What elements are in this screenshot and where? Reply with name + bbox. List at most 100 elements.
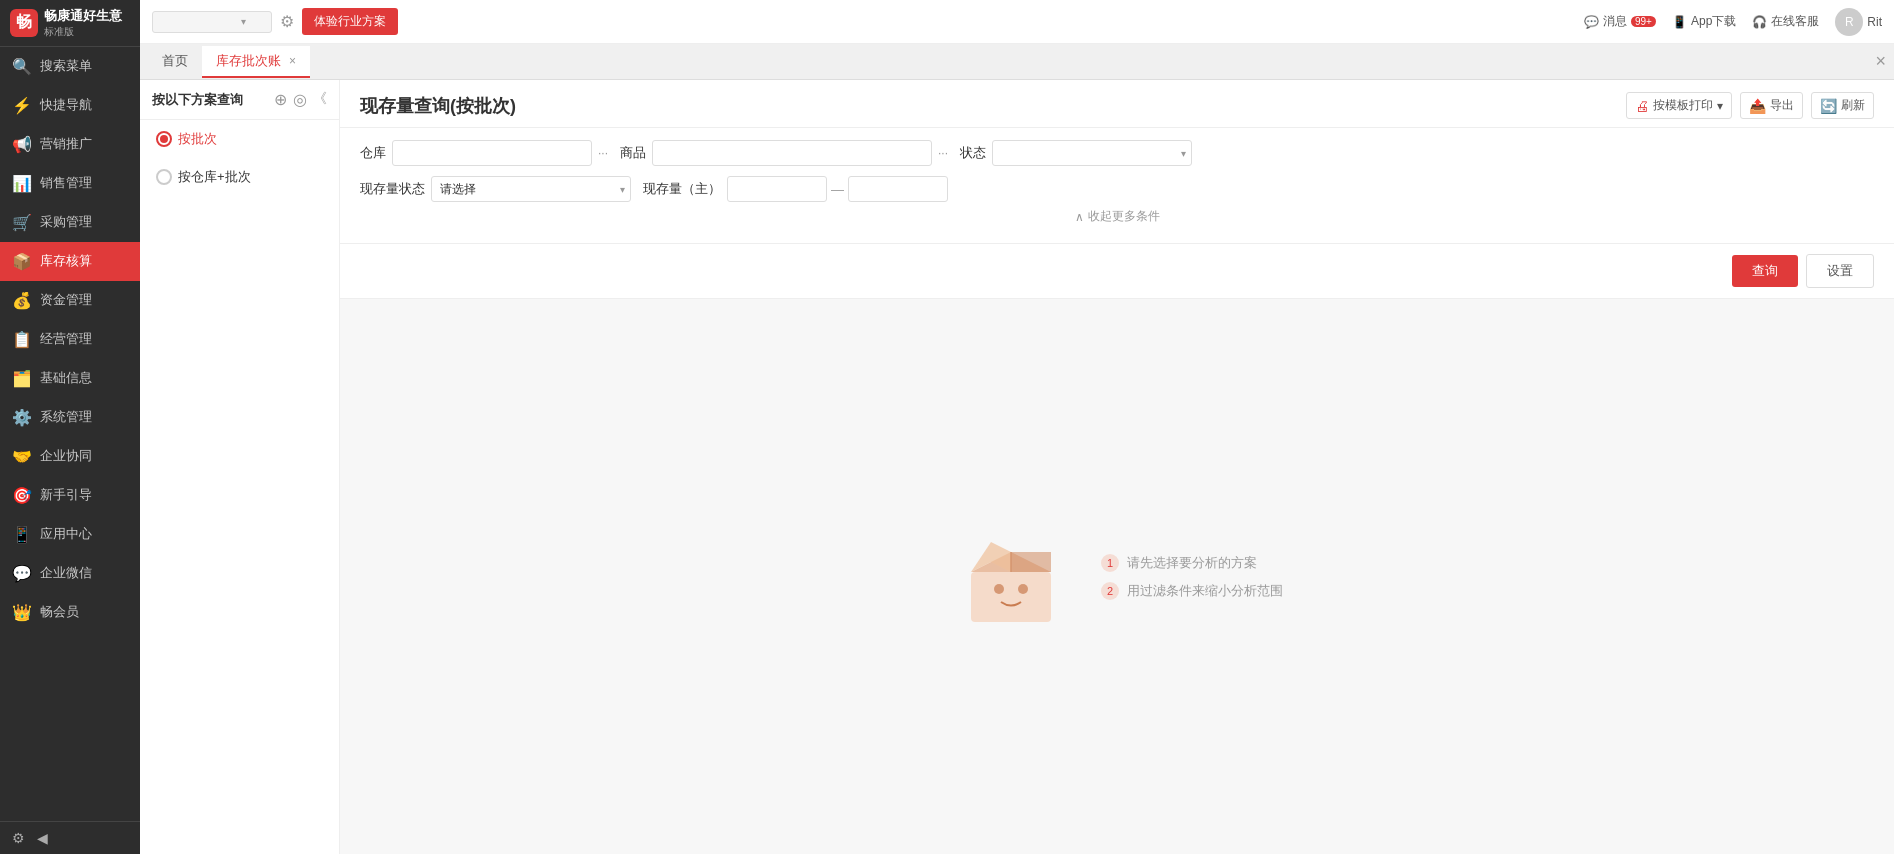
sidebar-item-label: 应用中心 bbox=[40, 525, 92, 543]
warehouse-input[interactable] bbox=[392, 140, 592, 166]
sidebar-item-quick-nav[interactable]: ⚡ 快捷导航 bbox=[0, 86, 140, 125]
collapse-sidebar-icon[interactable]: ◀ bbox=[37, 830, 48, 846]
page-body: 按以下方案查询 ⊕ ◎ 《 按批次 按仓库+批次 bbox=[140, 80, 1894, 854]
sidebar-item-wechat[interactable]: 💬 企业微信 bbox=[0, 554, 140, 593]
sidebar-item-label: 基础信息 bbox=[40, 369, 92, 387]
sidebar-item-operations[interactable]: 📋 经营管理 bbox=[0, 320, 140, 359]
scheme-dot-empty bbox=[156, 169, 172, 185]
topbar-search-wrap: ▾ bbox=[152, 11, 272, 33]
sidebar-item-label: 采购管理 bbox=[40, 213, 92, 231]
add-scheme-icon[interactable]: ⊕ bbox=[274, 90, 287, 109]
experience-button[interactable]: 体验行业方案 bbox=[302, 8, 398, 35]
scheme-item-by-warehouse-batch[interactable]: 按仓库+批次 bbox=[140, 158, 339, 196]
sidebar-item-label: 企业协同 bbox=[40, 447, 92, 465]
brand-name: 畅康通好生意 bbox=[44, 8, 122, 25]
online-service-icon: 🎧 bbox=[1752, 15, 1767, 29]
sidebar-item-inventory[interactable]: 📦 库存核算 bbox=[0, 242, 140, 281]
collapse-left-icon[interactable]: 《 bbox=[313, 90, 327, 109]
tabs-close-all-icon[interactable]: × bbox=[1875, 51, 1886, 72]
content-area: 首页 库存批次账 × × 按以下方案查询 ⊕ ◎ 《 bbox=[140, 44, 1894, 854]
left-panel-header: 按以下方案查询 ⊕ ◎ 《 bbox=[140, 80, 339, 120]
system-icon: ⚙️ bbox=[12, 408, 32, 427]
export-icon: 📤 bbox=[1749, 98, 1766, 114]
print-label: 按模板打印 bbox=[1653, 97, 1713, 114]
page-header-actions: 🖨 按模板打印 ▾ 📤 导出 🔄 刷新 bbox=[1626, 92, 1874, 119]
stock-qty-min-input[interactable] bbox=[727, 176, 827, 202]
settings-button[interactable]: 设置 bbox=[1806, 254, 1874, 288]
export-button[interactable]: 📤 导出 bbox=[1740, 92, 1803, 119]
online-service-label: 在线客服 bbox=[1771, 13, 1819, 30]
sidebar-item-system[interactable]: ⚙️ 系统管理 bbox=[0, 398, 140, 437]
filter-product: 商品 ··· bbox=[620, 140, 948, 166]
stock-qty-max-input[interactable] bbox=[848, 176, 948, 202]
topbar-search-input[interactable] bbox=[161, 15, 241, 29]
member-icon: 👑 bbox=[12, 603, 32, 622]
page-title: 现存量查询(按批次) bbox=[360, 94, 516, 118]
product-input[interactable] bbox=[652, 140, 932, 166]
refresh-button[interactable]: 🔄 刷新 bbox=[1811, 92, 1874, 119]
scheme-dot-inner bbox=[160, 135, 168, 143]
finance-icon: 💰 bbox=[12, 291, 32, 310]
user-group[interactable]: R Rit bbox=[1835, 8, 1882, 36]
tab-close-icon[interactable]: × bbox=[289, 54, 296, 68]
sidebar: 畅 畅康通好生意 标准版 🔍 搜索菜单 ⚡ 快捷导航 📢 营销推广 📊 销售管理… bbox=[0, 0, 140, 854]
stock-status-select[interactable]: 请选择 bbox=[431, 176, 631, 202]
sidebar-item-marketing[interactable]: 📢 营销推广 bbox=[0, 125, 140, 164]
search-icon: 🔍 bbox=[12, 57, 32, 76]
tip-number-2: 2 bbox=[1101, 582, 1119, 600]
collapse-up-icon: ∧ bbox=[1075, 210, 1084, 224]
username: Rit bbox=[1867, 15, 1882, 29]
app-download-group[interactable]: 📱 App下载 bbox=[1672, 13, 1736, 30]
empty-icon bbox=[951, 517, 1071, 637]
sidebar-bottom: ⚙ ◀ bbox=[0, 821, 140, 854]
marketing-icon: 📢 bbox=[12, 135, 32, 154]
message-label: 消息 bbox=[1603, 13, 1627, 30]
print-template-button[interactable]: 🖨 按模板打印 ▾ bbox=[1626, 92, 1732, 119]
collapse-label: 收起更多条件 bbox=[1088, 208, 1160, 225]
left-panel: 按以下方案查询 ⊕ ◎ 《 按批次 按仓库+批次 bbox=[140, 80, 340, 854]
export-label: 导出 bbox=[1770, 97, 1794, 114]
stock-status-label: 现存量状态 bbox=[360, 180, 425, 198]
warehouse-more-icon[interactable]: ··· bbox=[598, 146, 608, 160]
filter-row-1: 仓库 ··· 商品 ··· 状态 bbox=[360, 140, 1874, 166]
tip-text-2: 用过滤条件来缩小分析范围 bbox=[1127, 582, 1283, 600]
sidebar-item-newbie[interactable]: 🎯 新手引导 bbox=[0, 476, 140, 515]
print-icon: 🖨 bbox=[1635, 98, 1649, 114]
topbar-gear-icon[interactable]: ⚙ bbox=[280, 12, 294, 31]
empty-tip-1: 1 请先选择要分析的方案 bbox=[1101, 554, 1283, 572]
inventory-icon: 📦 bbox=[12, 252, 32, 271]
sidebar-item-search[interactable]: 🔍 搜索菜单 bbox=[0, 47, 140, 86]
message-group[interactable]: 💬 消息 99+ bbox=[1584, 13, 1656, 30]
sidebar-item-finance[interactable]: 💰 资金管理 bbox=[0, 281, 140, 320]
scheme-item-by-batch[interactable]: 按批次 bbox=[140, 120, 339, 158]
filter-area: 仓库 ··· 商品 ··· 状态 bbox=[340, 128, 1894, 244]
collapse-conditions-btn[interactable]: ∧ 收起更多条件 bbox=[360, 202, 1874, 231]
empty-state: 1 请先选择要分析的方案 2 用过滤条件来缩小分析范围 bbox=[340, 299, 1894, 854]
scheme-item-label: 按批次 bbox=[178, 130, 217, 148]
sidebar-item-basic[interactable]: 🗂️ 基础信息 bbox=[0, 359, 140, 398]
status-select[interactable] bbox=[992, 140, 1192, 166]
sidebar-item-app-center[interactable]: 📱 应用中心 bbox=[0, 515, 140, 554]
wechat-icon: 💬 bbox=[12, 564, 32, 583]
scheme-settings-icon[interactable]: ◎ bbox=[293, 90, 307, 109]
settings-bottom-icon[interactable]: ⚙ bbox=[12, 830, 25, 846]
action-bar: 查询 设置 bbox=[340, 244, 1894, 299]
svg-marker-2 bbox=[1011, 552, 1051, 572]
app-download-icon: 📱 bbox=[1672, 15, 1687, 29]
tab-batch-account[interactable]: 库存批次账 × bbox=[202, 46, 310, 78]
sidebar-item-purchase[interactable]: 🛒 采购管理 bbox=[0, 203, 140, 242]
sidebar-item-enterprise[interactable]: 🤝 企业协同 bbox=[0, 437, 140, 476]
product-more-icon[interactable]: ··· bbox=[938, 146, 948, 160]
app-center-icon: 📱 bbox=[12, 525, 32, 544]
topbar-dropdown-icon[interactable]: ▾ bbox=[241, 16, 246, 27]
online-service-group[interactable]: 🎧 在线客服 bbox=[1752, 13, 1819, 30]
tab-home[interactable]: 首页 bbox=[148, 46, 202, 78]
warehouse-label: 仓库 bbox=[360, 144, 386, 162]
message-badge: 99+ bbox=[1631, 16, 1656, 27]
query-button[interactable]: 查询 bbox=[1732, 255, 1798, 287]
sidebar-item-member[interactable]: 👑 畅会员 bbox=[0, 593, 140, 632]
topbar: ▾ ⚙ 体验行业方案 💬 消息 99+ 📱 App下载 🎧 在线客服 R bbox=[140, 0, 1894, 44]
sidebar-item-sales[interactable]: 📊 销售管理 bbox=[0, 164, 140, 203]
filter-status: 状态 ▾ bbox=[960, 140, 1192, 166]
filter-stock-status: 现存量状态 请选择 ▾ bbox=[360, 176, 631, 202]
